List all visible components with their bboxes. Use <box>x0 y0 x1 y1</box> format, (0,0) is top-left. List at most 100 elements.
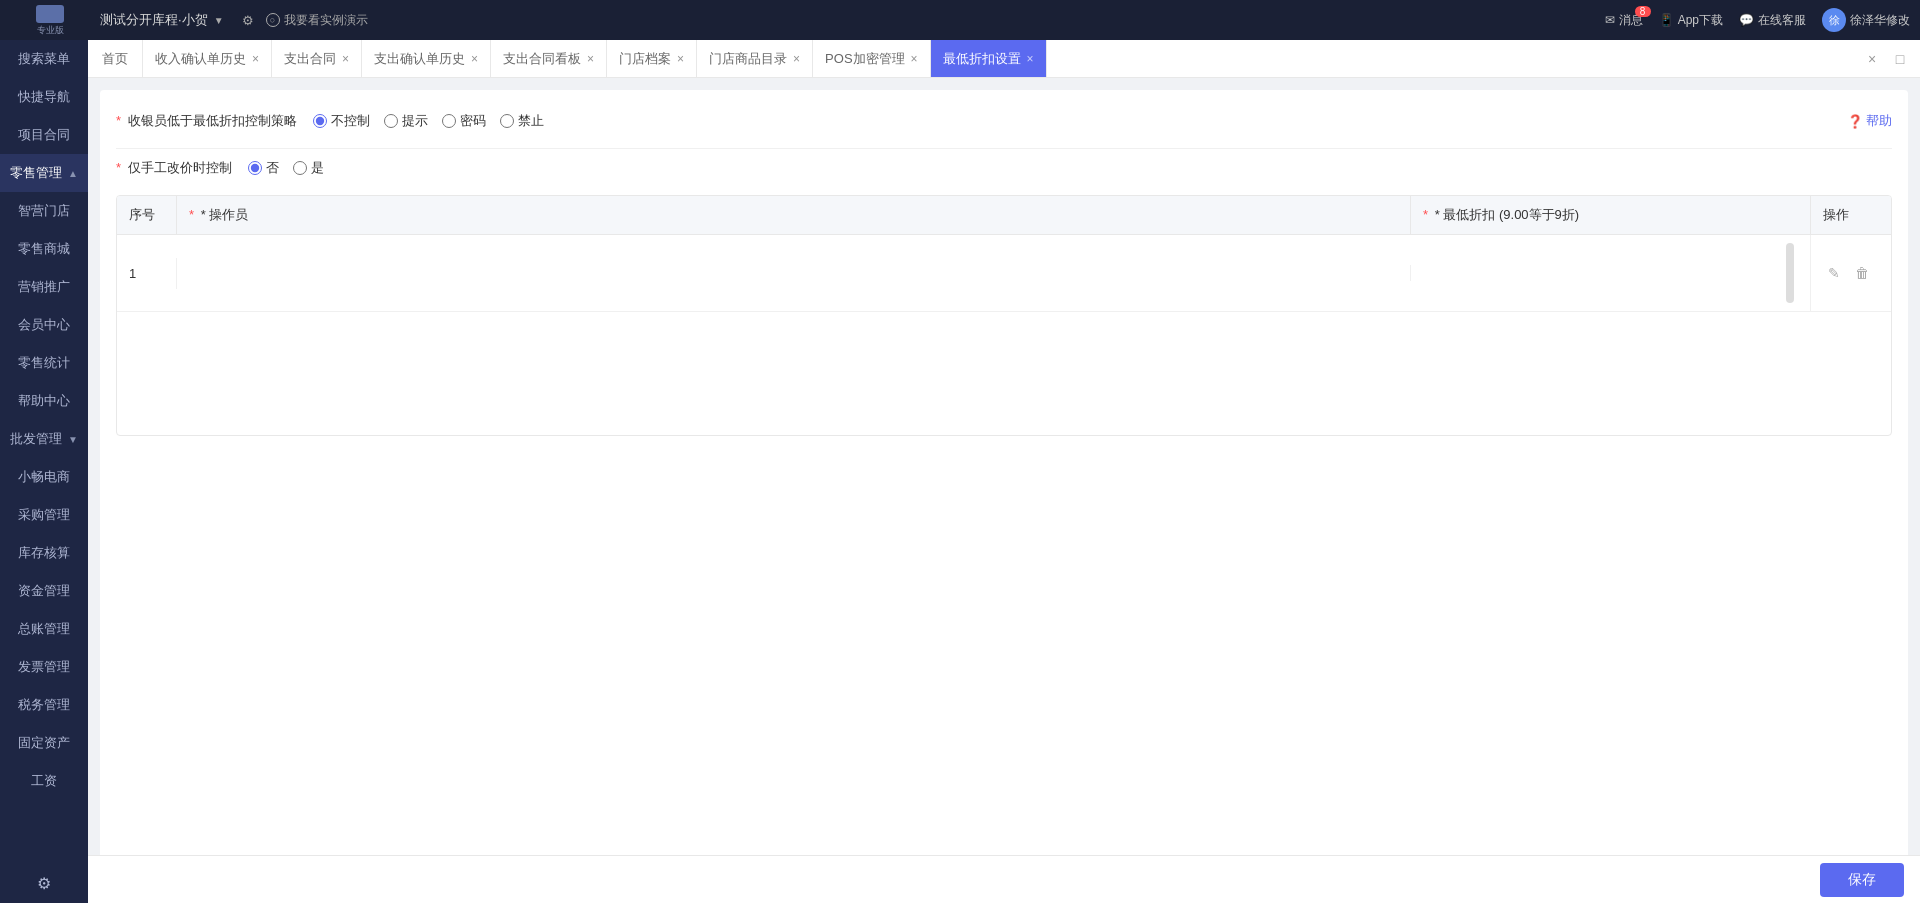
table-scrollbar[interactable] <box>1786 243 1794 303</box>
tab-expense-history-close[interactable]: × <box>471 52 478 66</box>
tab-expense-contract[interactable]: 支出合同 × <box>272 40 362 78</box>
radio-no-control-input[interactable] <box>313 114 327 128</box>
tab-store-products[interactable]: 门店商品目录 × <box>697 40 813 78</box>
page-content: * 收银员低于最低折扣控制策略 不控制 提示 <box>88 78 1920 855</box>
table-header: 序号 * * 操作员 * * 最低折扣 (9.00等于9折) 操作 <box>117 196 1891 235</box>
tab-store-archive-close[interactable]: × <box>677 52 684 66</box>
scrollbar-cell <box>1423 243 1798 303</box>
app-logo: 专业版 <box>10 5 90 36</box>
help-button[interactable]: ❓ 帮助 <box>1847 112 1892 130</box>
content-area: 首页 收入确认单历史 × 支出合同 × 支出确认单历史 × 支出合同看板 × 门… <box>88 40 1920 903</box>
sidebar-item-help-center[interactable]: 帮助中心 <box>0 382 88 420</box>
sidebar-item-inventory[interactable]: 库存核算 <box>0 534 88 572</box>
tab-home-label: 首页 <box>102 50 128 68</box>
tab-expense-board-close[interactable]: × <box>587 52 594 66</box>
radio-manual-yes-label: 是 <box>311 159 324 177</box>
tab-expand-btn[interactable]: □ <box>1888 47 1912 71</box>
sidebar-item-smart-store[interactable]: 智营门店 <box>0 192 88 230</box>
sidebar-item-retail-stats[interactable]: 零售统计 <box>0 344 88 382</box>
tab-store-products-label: 门店商品目录 <box>709 50 787 68</box>
sidebar-item-wholesale[interactable]: 批发管理 ▼ <box>0 420 88 458</box>
tab-store-archive[interactable]: 门店档案 × <box>607 40 697 78</box>
main-layout: 搜索菜单 快捷导航 项目合同 零售管理 ▲ 智营门店 零售商城 营销推广 会员中… <box>0 40 1920 903</box>
user-profile-btn[interactable]: 徐 徐泽华修改 <box>1822 8 1910 32</box>
radio-password-input[interactable] <box>442 114 456 128</box>
sidebar-settings-btn[interactable]: ⚙ <box>0 864 88 903</box>
sidebar-item-member-center[interactable]: 会员中心 <box>0 306 88 344</box>
sidebar-item-project-contract[interactable]: 项目合同 <box>0 116 88 154</box>
tab-expense-history[interactable]: 支出确认单历史 × <box>362 40 491 78</box>
radio-remind[interactable]: 提示 <box>384 112 428 130</box>
save-button[interactable]: 保存 <box>1820 863 1904 897</box>
settings-icon[interactable]: ⚙ <box>242 13 254 28</box>
sidebar-item-search[interactable]: 搜索菜单 <box>0 40 88 78</box>
logo-icon <box>36 5 64 23</box>
online-service-btn[interactable]: 💬 在线客服 <box>1739 12 1806 29</box>
tab-expense-contract-close[interactable]: × <box>342 52 349 66</box>
radio-manual-no-label: 否 <box>266 159 279 177</box>
delete-icon[interactable]: 🗑 <box>1851 262 1873 284</box>
tab-expense-board[interactable]: 支出合同看板 × <box>491 40 607 78</box>
sidebar-settings-icon: ⚙ <box>37 875 51 892</box>
sidebar-item-project-contract-label: 项目合同 <box>18 126 70 144</box>
demo-circle-icon: ○ <box>266 13 280 27</box>
sidebar-item-invoice[interactable]: 发票管理 <box>0 648 88 686</box>
sidebar-item-payroll[interactable]: 工资 <box>0 762 88 800</box>
radio-manual-yes[interactable]: 是 <box>293 159 324 177</box>
th-action: 操作 <box>1811 196 1891 234</box>
sidebar-item-general-ledger[interactable]: 总账管理 <box>0 610 88 648</box>
demo-link[interactable]: ○ 我要看实例演示 <box>266 12 368 29</box>
tab-close-btn[interactable]: × <box>1860 47 1884 71</box>
tab-pos-encryption-close[interactable]: × <box>911 52 918 66</box>
sidebar-item-purchase[interactable]: 采购管理 <box>0 496 88 534</box>
sidebar-item-inventory-label: 库存核算 <box>18 544 70 562</box>
radio-forbid-input[interactable] <box>500 114 514 128</box>
radio-manual-no[interactable]: 否 <box>248 159 279 177</box>
th-operator: * * 操作员 <box>177 196 1411 234</box>
radio-manual-no-input[interactable] <box>248 161 262 175</box>
project-selector[interactable]: 测试分开库程·小贺 ▼ <box>90 11 234 29</box>
sidebar-item-tax-label: 税务管理 <box>18 696 70 714</box>
messages-btn[interactable]: ✉ 消息 8 <box>1605 12 1643 29</box>
radio-manual-yes-input[interactable] <box>293 161 307 175</box>
th-discount-required: * <box>1423 207 1428 222</box>
sidebar-retail-expand-arrow: ▲ <box>68 168 78 179</box>
sidebar-item-quick-nav[interactable]: 快捷导航 <box>0 78 88 116</box>
radio-forbid[interactable]: 禁止 <box>500 112 544 130</box>
tab-min-discount[interactable]: 最低折扣设置 × <box>931 40 1047 78</box>
download-icon: 📱 <box>1659 13 1674 27</box>
sidebar-item-fund-mgmt[interactable]: 资金管理 <box>0 572 88 610</box>
td-operator <box>177 265 1411 281</box>
tab-income-history[interactable]: 收入确认单历史 × <box>143 40 272 78</box>
sidebar-item-tax[interactable]: 税务管理 <box>0 686 88 724</box>
sidebar-item-retail-mgmt[interactable]: 零售管理 ▲ <box>0 154 88 192</box>
action-icons: ✎ 🗑 <box>1823 262 1879 284</box>
sidebar-item-fixed-assets[interactable]: 固定资产 <box>0 724 88 762</box>
sidebar-item-purchase-label: 采购管理 <box>18 506 70 524</box>
sidebar-item-ecommerce[interactable]: 小畅电商 <box>0 458 88 496</box>
td-index: 1 <box>117 258 177 289</box>
tab-expense-history-label: 支出确认单历史 <box>374 50 465 68</box>
table-row: 1 ✎ 🗑 <box>117 235 1891 312</box>
radio-no-control[interactable]: 不控制 <box>313 112 370 130</box>
tab-expense-contract-label: 支出合同 <box>284 50 336 68</box>
tab-pos-encryption[interactable]: POS加密管理 × <box>813 40 930 78</box>
tab-min-discount-close[interactable]: × <box>1027 52 1034 66</box>
th-operator-required: * <box>189 207 194 222</box>
sidebar-item-payroll-label: 工资 <box>31 772 57 790</box>
project-name: 测试分开库程·小贺 <box>100 11 208 29</box>
sidebar-item-retail-mall[interactable]: 零售商城 <box>0 230 88 268</box>
help-label: 帮助 <box>1866 112 1892 130</box>
tab-home[interactable]: 首页 <box>88 40 143 78</box>
sidebar-item-general-ledger-label: 总账管理 <box>18 620 70 638</box>
messages-badge: 8 <box>1635 6 1651 17</box>
tab-income-history-close[interactable]: × <box>252 52 259 66</box>
radio-password[interactable]: 密码 <box>442 112 486 130</box>
app-download-btn[interactable]: 📱 App下载 <box>1659 12 1723 29</box>
tab-bar: 首页 收入确认单历史 × 支出合同 × 支出确认单历史 × 支出合同看板 × 门… <box>88 40 1920 78</box>
tab-store-products-close[interactable]: × <box>793 52 800 66</box>
sidebar-wholesale-expand-arrow: ▼ <box>68 434 78 445</box>
radio-remind-input[interactable] <box>384 114 398 128</box>
edit-icon[interactable]: ✎ <box>1823 262 1845 284</box>
sidebar-item-marketing[interactable]: 营销推广 <box>0 268 88 306</box>
